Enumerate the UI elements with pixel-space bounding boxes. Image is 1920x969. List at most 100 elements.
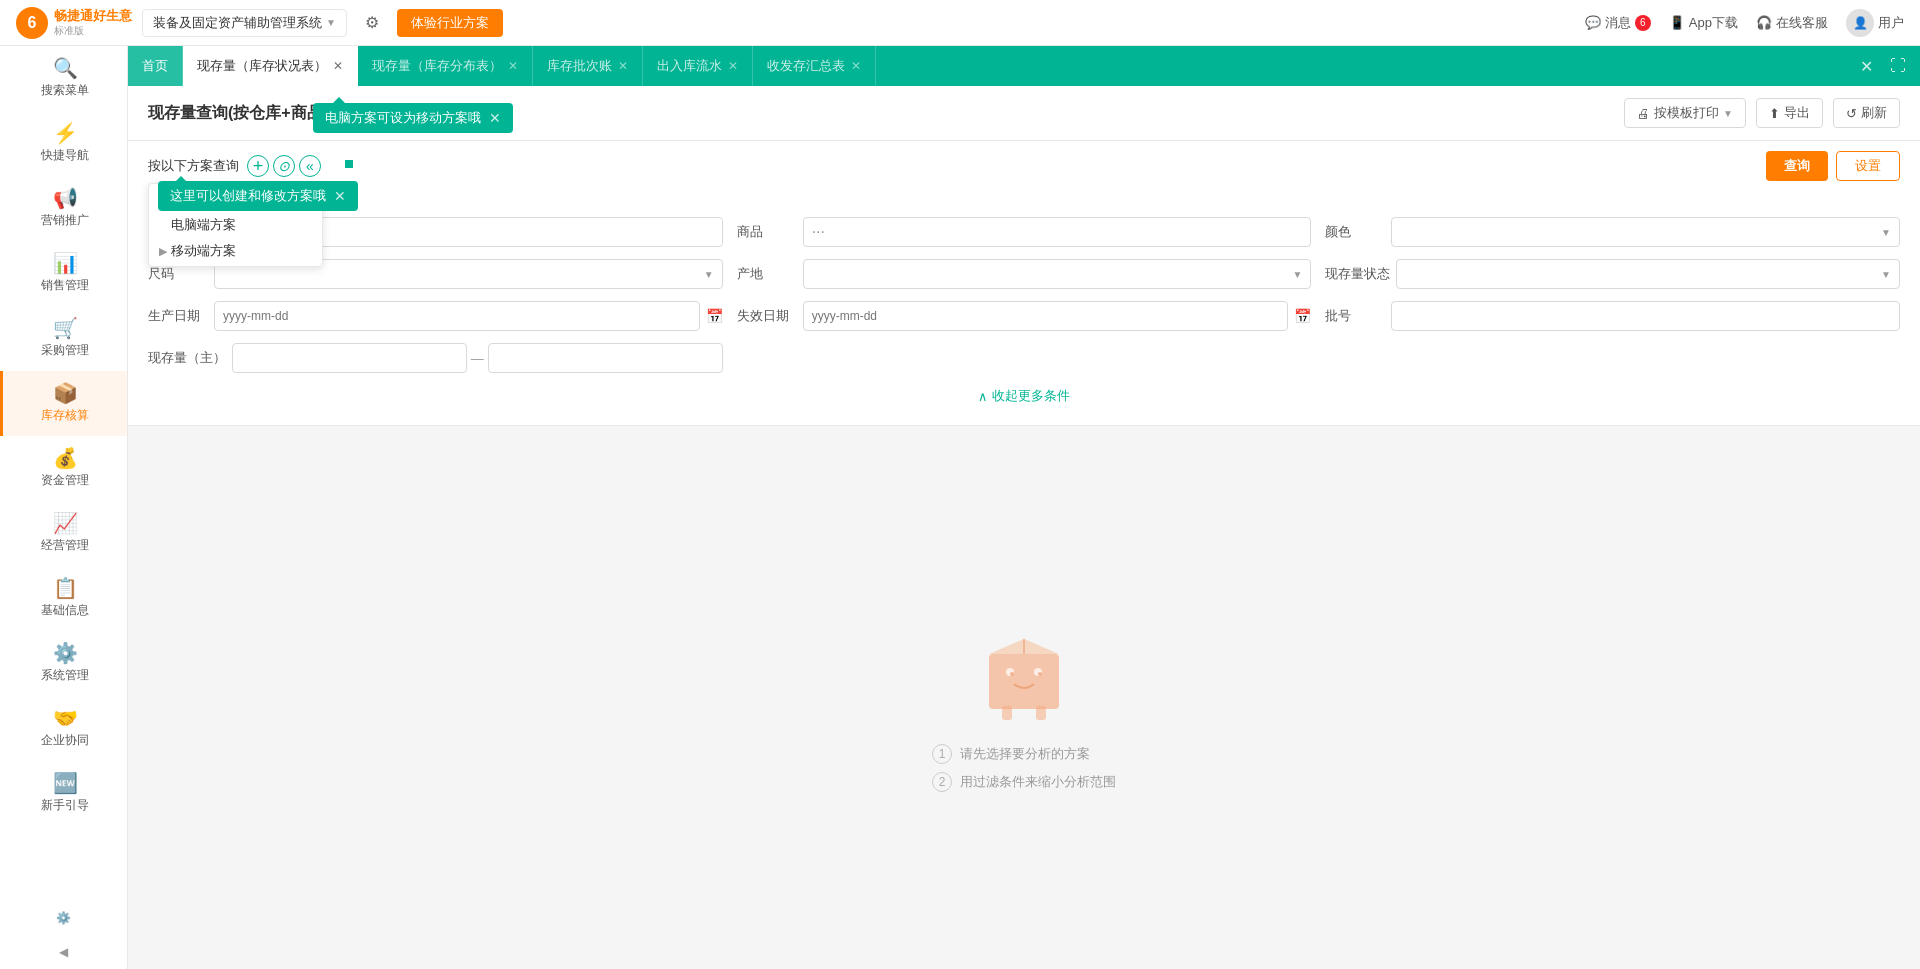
messages-action[interactable]: 💬 消息 6 [1585,14,1651,32]
sidebar-item-basicinfo[interactable]: 📋 基础信息 [0,566,127,631]
logo-text: 畅捷通好生意 标准版 [54,8,132,38]
scheme-mobile-tooltip: 电脑方案可设为移动方案哦 ✕ [313,103,513,133]
query-button[interactable]: 查询 [1766,151,1828,181]
sidebar-item-marketing[interactable]: 📢 营销推广 [0,176,127,241]
sidebar-bottom: ⚙️ ◀ [0,901,127,969]
calendar-icon[interactable]: 📅 [706,308,723,324]
tab-close-icon[interactable]: ✕ [333,59,343,73]
sidebar-item-guide[interactable]: 🆕 新手引导 [0,761,127,826]
chevron-icon: ▼ [1881,269,1891,280]
back-scheme-btn[interactable]: « [299,155,321,177]
phone-icon: 📱 [1669,15,1685,30]
edit-scheme-btn[interactable]: ⊙ [273,155,295,177]
settings-icon[interactable]: ⚙ [357,8,387,38]
print-icon: 🖨 [1637,106,1650,121]
tab-close-icon[interactable]: ✕ [508,59,518,73]
tabs-actions: ✕ ⛶ [1852,52,1920,80]
sidebar-item-sales[interactable]: 📊 销售管理 [0,241,127,306]
top-header: 6 畅捷通好生意 标准版 装备及固定资产辅助管理系统 ▼ ⚙ 体验行业方案 💬 … [0,0,1920,46]
sidebar-item-inventory[interactable]: 📦 库存核算 [0,371,127,436]
filter-batch: 批号 [1325,301,1900,331]
handshake-icon: 🤝 [53,708,78,728]
avatar: 👤 [1846,9,1874,37]
export-icon: ⬆ [1769,106,1780,121]
filter-row-3: 生产日期 📅 失效日期 📅 批号 [148,301,1900,331]
sidebar-item-quicknav[interactable]: ⚡ 快捷导航 [0,111,127,176]
collapse-button[interactable]: ∧ 收起更多条件 [148,381,1900,411]
inv-main-range: — [232,343,723,373]
online-support-action[interactable]: 🎧 在线客服 [1756,14,1828,32]
inv-main-from[interactable] [232,343,467,373]
batch-input[interactable] [1391,301,1900,331]
svg-rect-5 [1002,706,1012,720]
origin-select[interactable]: ▼ [803,259,1312,289]
tab-summary[interactable]: 收发存汇总表 ✕ [753,46,876,86]
sidebar-item-system[interactable]: ⚙️ 系统管理 [0,631,127,696]
tab-inventory-status[interactable]: 现存量（库存状况表） ✕ [183,46,358,86]
filter-header: 按以下方案查询 + ⊙ « 电脑方案可设为移动方案哦 ✕ [148,155,1900,177]
set-button[interactable]: 设置 [1836,151,1900,181]
tab-close-icon[interactable]: ✕ [728,59,738,73]
inv-status-select[interactable]: ▼ [1396,259,1900,289]
color-select[interactable]: ▼ [1391,217,1900,247]
svg-point-3 [1010,672,1014,676]
empty-step-2: 2 用过滤条件来缩小分析范围 [932,772,1116,792]
exp-date-input[interactable] [803,301,1289,331]
chevron-icon: ▼ [1881,227,1891,238]
search-icon: 🔍 [53,58,78,78]
edit-scheme-tooltip: 这里可以创建和修改方案哦 ✕ [158,181,358,211]
user-action[interactable]: 👤 用户 [1846,9,1904,37]
print-button[interactable]: 🖨 按模板打印 ▼ [1624,98,1746,128]
tooltip-close-btn[interactable]: ✕ [489,110,501,126]
chevron-up-icon: ∧ [978,389,988,404]
inv-main-to[interactable] [488,343,723,373]
tab-inventory-dist[interactable]: 现存量（库存分布表） ✕ [358,46,533,86]
tab-close-all-btn[interactable]: ✕ [1852,52,1880,80]
scheme-pc-sub: 电脑端方案 [149,212,322,236]
filter-header-buttons: + ⊙ « [247,155,321,177]
filter-row-1: 仓库 ··· 商品 ··· 颜色 [148,217,1900,247]
app-download-action[interactable]: 📱 App下载 [1669,14,1738,32]
empty-state: 1 请先选择要分析的方案 2 用过滤条件来缩小分析范围 [128,426,1920,969]
dots-icon: ··· [812,223,825,241]
goods-select[interactable]: ··· [803,217,1312,247]
calendar-icon[interactable]: 📅 [1294,308,1311,324]
refresh-button[interactable]: ↺ 刷新 [1833,98,1900,128]
sidebar-item-management[interactable]: 📈 经营管理 [0,501,127,566]
page-content: 现存量查询(按仓库+商品) 🖨 按模板打印 ▼ ⬆ 导出 ↺ 刷新 [128,86,1920,969]
gear-icon: ⚙️ [53,643,78,663]
logo-area: 6 畅捷通好生意 标准版 [16,7,132,39]
empty-step-1: 1 请先选择要分析的方案 [932,744,1116,764]
tab-close-icon[interactable]: ✕ [618,59,628,73]
sidebar-item-collab[interactable]: 🤝 企业协同 [0,696,127,761]
tab-batch-account[interactable]: 库存批次账 ✕ [533,46,643,86]
edit-tooltip-close-btn[interactable]: ✕ [334,188,346,204]
prod-date-input[interactable] [214,301,700,331]
flash-icon: ⚡ [53,123,78,143]
refresh-icon: ↺ [1846,106,1857,121]
system-select[interactable]: 装备及固定资产辅助管理系统 ▼ [142,9,347,37]
sidebar-settings-btn[interactable]: ⚙️ [0,901,127,935]
sidebar-item-search[interactable]: 🔍 搜索菜单 [0,46,127,111]
chevron-icon: ▼ [1292,269,1302,280]
box-icon: 📦 [53,383,78,403]
filter-color: 颜色 ▼ [1325,217,1900,247]
export-button[interactable]: ⬆ 导出 [1756,98,1823,128]
filter-exp-date: 失效日期 📅 [737,301,1312,331]
add-scheme-btn[interactable]: + [247,155,269,177]
sidebar-item-finance[interactable]: 💰 资金管理 [0,436,127,501]
tab-expand-btn[interactable]: ⛶ [1884,52,1912,80]
tab-home[interactable]: 首页 [128,46,183,86]
money-icon: 💰 [53,448,78,468]
tabs-bar: 首页 现存量（库存状况表） ✕ 现存量（库存分布表） ✕ 库存批次账 ✕ 出入库… [128,46,1920,86]
range-separator: — [471,351,484,366]
sidebar-collapse-btn[interactable]: ◀ [0,935,127,969]
sidebar-item-purchase[interactable]: 🛒 采购管理 [0,306,127,371]
filter-goods: 商品 ··· [737,217,1312,247]
industry-button[interactable]: 体验行业方案 [397,9,503,37]
page-title: 现存量查询(按仓库+商品) [148,103,328,124]
header-left: 6 畅捷通好生意 标准版 装备及固定资产辅助管理系统 ▼ ⚙ 体验行业方案 [16,7,503,39]
tab-inout-flow[interactable]: 出入库流水 ✕ [643,46,753,86]
empty-illustration [964,604,1084,724]
tab-close-icon[interactable]: ✕ [851,59,861,73]
